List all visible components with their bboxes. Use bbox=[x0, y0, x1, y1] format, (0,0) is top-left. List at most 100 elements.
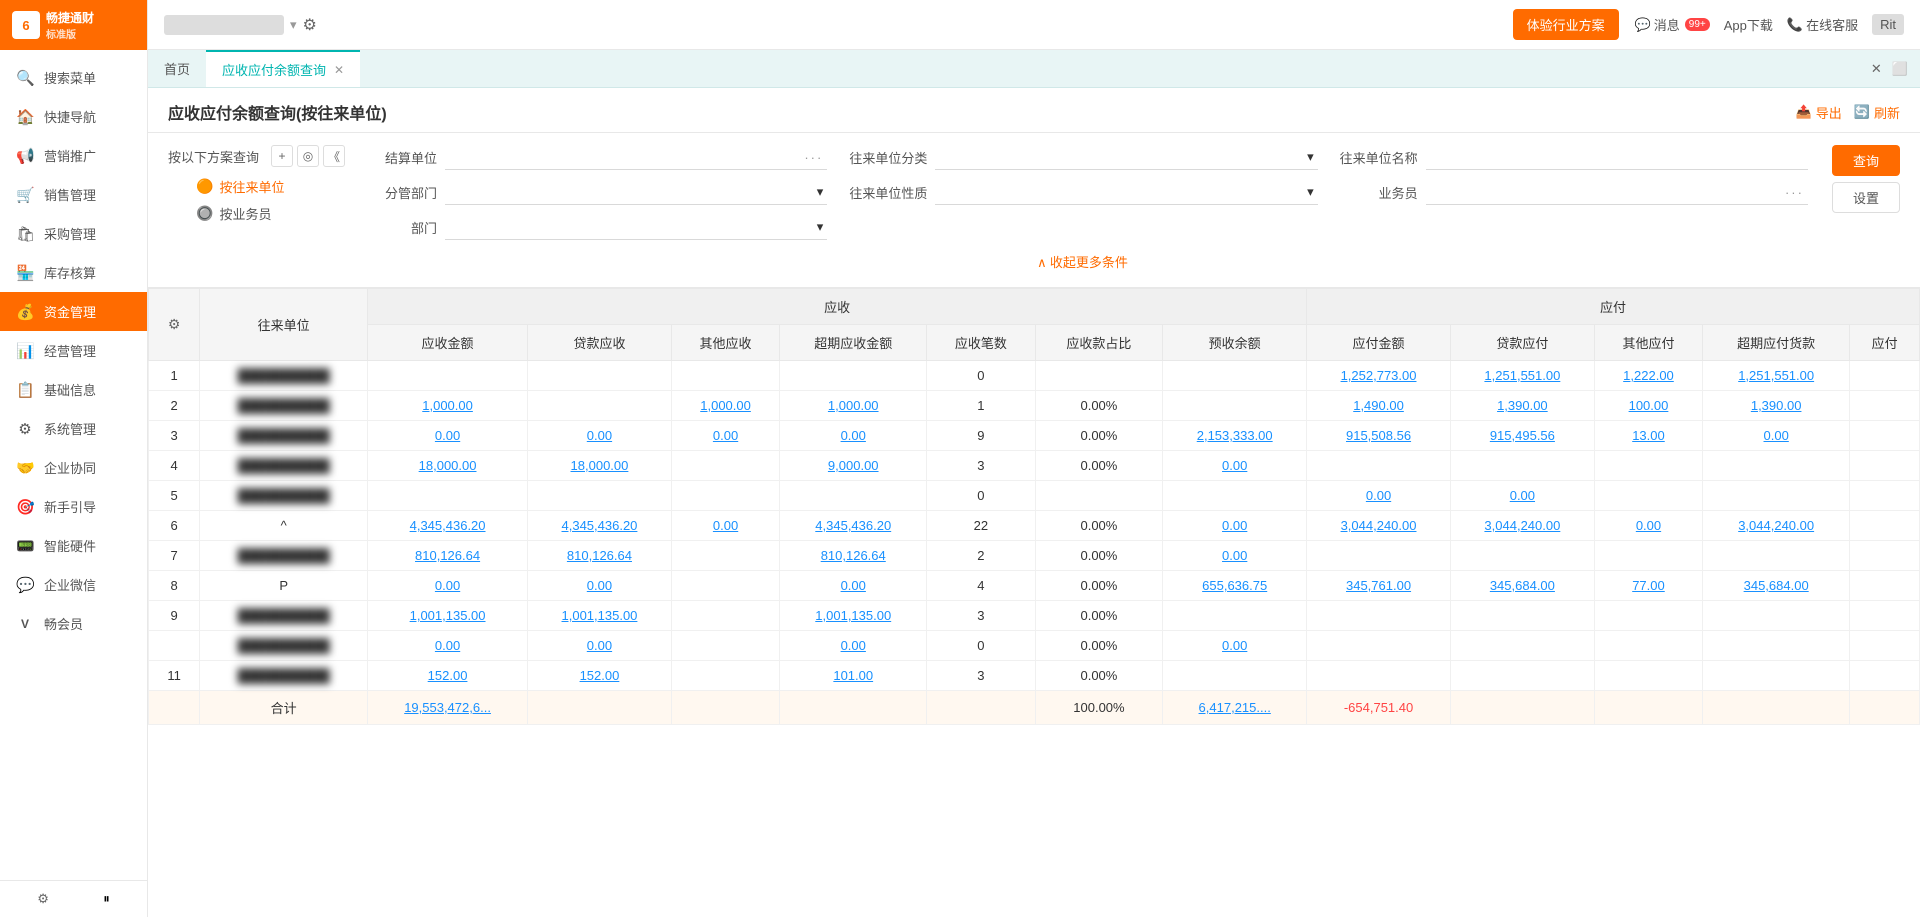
sidebar-item-hardware[interactable]: 📟 智能硬件 bbox=[0, 526, 147, 565]
sidebar-item-search[interactable]: 🔍 搜索菜单 bbox=[0, 58, 147, 97]
filter-select-partner-nature[interactable]: ▾ bbox=[935, 180, 1317, 205]
sidebar-item-guide[interactable]: 🎯 新手引导 bbox=[0, 487, 147, 526]
filter-collapse-btn[interactable]: 《 bbox=[323, 145, 345, 167]
cell-overdue_ar[interactable]: 101.00 bbox=[780, 661, 927, 691]
trial-btn[interactable]: 体验行业方案 bbox=[1513, 9, 1619, 40]
cell-overdue_ap[interactable]: 345,684.00 bbox=[1703, 571, 1850, 601]
cell-loan_ap[interactable]: 3,044,240.00 bbox=[1450, 511, 1594, 541]
cell-ap_amount[interactable]: 0.00 bbox=[1307, 481, 1451, 511]
app-download-link[interactable]: App下载 bbox=[1724, 15, 1773, 34]
cell-overdue_ar[interactable]: 0.00 bbox=[780, 571, 927, 601]
dropdown-arrow-icon[interactable]: ▾ bbox=[290, 17, 297, 33]
gear-icon[interactable]: ⚙ bbox=[303, 15, 317, 35]
sidebar-item-operations[interactable]: 📊 经营管理 bbox=[0, 331, 147, 370]
cell-other_ap[interactable]: 0.00 bbox=[1594, 511, 1702, 541]
tab-home[interactable]: 首页 bbox=[148, 50, 206, 87]
cell-prepay[interactable]: 0.00 bbox=[1163, 451, 1307, 481]
cell-other_ap[interactable]: 77.00 bbox=[1594, 571, 1702, 601]
cell-ar_amount[interactable]: 810,126.64 bbox=[368, 541, 528, 571]
sidebar-item-purchase[interactable]: 🛍 采购管理 bbox=[0, 214, 147, 253]
cell-prepay[interactable]: 655,636.75 bbox=[1163, 571, 1307, 601]
cell-ar_amount[interactable]: 18,000.00 bbox=[368, 451, 528, 481]
cell-overdue_ar[interactable]: 0.00 bbox=[780, 421, 927, 451]
cell-other_ar[interactable]: 0.00 bbox=[671, 421, 779, 451]
cell-ar_amount[interactable]: 0.00 bbox=[368, 571, 528, 601]
sidebar-item-collab[interactable]: 🤝 企业协同 bbox=[0, 448, 147, 487]
window-maximize-icon[interactable]: ⬜ bbox=[1892, 61, 1908, 77]
filter-dots-salesman[interactable]: ··· bbox=[1785, 185, 1804, 200]
sidebar-settings-btn[interactable]: ⚙ bbox=[37, 891, 49, 907]
tab-ar-balance[interactable]: 应收应付余额查询 ✕ bbox=[206, 50, 360, 87]
cell-ap_amount[interactable]: 1,490.00 bbox=[1307, 391, 1451, 421]
cell-overdue_ap[interactable]: 1,390.00 bbox=[1703, 391, 1850, 421]
cell-loan_ap[interactable]: 0.00 bbox=[1450, 481, 1594, 511]
online-service-link[interactable]: 📞在线客服 bbox=[1787, 15, 1858, 34]
cell-loan_ar[interactable]: 0.00 bbox=[528, 631, 672, 661]
tab-close-icon[interactable]: ✕ bbox=[334, 63, 344, 77]
filter-edit-btn[interactable]: ◎ bbox=[297, 145, 319, 167]
cell-loan_ap[interactable]: 1,251,551.00 bbox=[1450, 361, 1594, 391]
cell-loan_ar[interactable]: 0.00 bbox=[528, 421, 672, 451]
total-prepay[interactable]: 6,417,215.... bbox=[1163, 691, 1307, 725]
sidebar-item-member[interactable]: V 畅会员 bbox=[0, 604, 147, 643]
cell-prepay[interactable]: 0.00 bbox=[1163, 541, 1307, 571]
filter-select-settlement[interactable]: ··· bbox=[445, 146, 827, 170]
cell-ap_amount[interactable]: 3,044,240.00 bbox=[1307, 511, 1451, 541]
cell-other_ar[interactable]: 0.00 bbox=[671, 511, 779, 541]
sidebar-item-system[interactable]: ⚙ 系统管理 bbox=[0, 409, 147, 448]
filter-add-btn[interactable]: + bbox=[271, 145, 293, 167]
sidebar-item-inventory[interactable]: 🏪 库存核算 bbox=[0, 253, 147, 292]
cell-other_ap[interactable]: 13.00 bbox=[1594, 421, 1702, 451]
cell-ar_amount[interactable]: 0.00 bbox=[368, 631, 528, 661]
setting-button[interactable]: 设置 bbox=[1832, 182, 1900, 213]
cell-other_ap[interactable]: 1,222.00 bbox=[1594, 361, 1702, 391]
cell-overdue_ap[interactable]: 3,044,240.00 bbox=[1703, 511, 1850, 541]
cell-overdue_ar[interactable]: 9,000.00 bbox=[780, 451, 927, 481]
cell-loan_ar[interactable]: 4,345,436.20 bbox=[528, 511, 672, 541]
notification-icon[interactable]: 💬 消息 99+ bbox=[1635, 15, 1710, 34]
filter-select-salesman[interactable]: ··· bbox=[1426, 181, 1808, 205]
cell-loan_ar[interactable]: 18,000.00 bbox=[528, 451, 672, 481]
sidebar-item-marketing[interactable]: 📢 营销推广 bbox=[0, 136, 147, 175]
cell-overdue_ar[interactable]: 0.00 bbox=[780, 631, 927, 661]
cell-other_ap[interactable]: 100.00 bbox=[1594, 391, 1702, 421]
cell-loan_ap[interactable]: 915,495.56 bbox=[1450, 421, 1594, 451]
sidebar-item-finance[interactable]: 💰 资金管理 bbox=[0, 292, 147, 331]
cell-loan_ar[interactable]: 1,001,135.00 bbox=[528, 601, 672, 631]
user-avatar[interactable]: Rit bbox=[1872, 14, 1904, 35]
filter-select-managing-dept[interactable]: ▾ bbox=[445, 180, 827, 205]
cell-overdue_ap[interactable]: 0.00 bbox=[1703, 421, 1850, 451]
cell-loan_ar[interactable]: 0.00 bbox=[528, 571, 672, 601]
sidebar-item-quicknav[interactable]: 🏠 快捷导航 bbox=[0, 97, 147, 136]
cell-loan_ar[interactable]: 810,126.64 bbox=[528, 541, 672, 571]
cell-overdue_ar[interactable]: 4,345,436.20 bbox=[780, 511, 927, 541]
cell-loan_ap[interactable]: 1,390.00 bbox=[1450, 391, 1594, 421]
sidebar-item-wechat[interactable]: 💬 企业微信 bbox=[0, 565, 147, 604]
cell-prepay[interactable]: 0.00 bbox=[1163, 511, 1307, 541]
cell-ar_amount[interactable]: 0.00 bbox=[368, 421, 528, 451]
cell-loan_ap[interactable]: 345,684.00 bbox=[1450, 571, 1594, 601]
sidebar-item-sales[interactable]: 🛒 销售管理 bbox=[0, 175, 147, 214]
cell-overdue_ar[interactable]: 810,126.64 bbox=[780, 541, 927, 571]
sidebar-collapse-btn[interactable]: ⏸ bbox=[103, 891, 110, 907]
cell-prepay[interactable]: 2,153,333.00 bbox=[1163, 421, 1307, 451]
th-settings-icon[interactable]: ⚙ bbox=[149, 289, 200, 361]
cell-ap_amount[interactable]: 915,508.56 bbox=[1307, 421, 1451, 451]
collapse-more-conditions[interactable]: ∧ 收起更多条件 bbox=[357, 248, 1808, 275]
filter-select-partner-category[interactable]: ▾ bbox=[935, 145, 1317, 170]
cell-overdue_ar[interactable]: 1,000.00 bbox=[780, 391, 927, 421]
cell-ar_amount[interactable]: 4,345,436.20 bbox=[368, 511, 528, 541]
filter-by-partner[interactable]: 🟠 按往来单位 bbox=[188, 173, 345, 200]
cell-overdue_ap[interactable]: 1,251,551.00 bbox=[1703, 361, 1850, 391]
refresh-btn[interactable]: 🔄 刷新 bbox=[1854, 103, 1900, 122]
filter-input-partner-name[interactable] bbox=[1426, 146, 1808, 170]
table-settings-icon[interactable]: ⚙ bbox=[168, 316, 181, 332]
cell-loan_ar[interactable]: 152.00 bbox=[528, 661, 672, 691]
table-wrapper[interactable]: ⚙ 往来单位 应收 应付 应收金额 贷款应收 其他应收 超期应收金额 应收笔数 … bbox=[148, 288, 1920, 917]
query-button[interactable]: 查询 bbox=[1832, 145, 1900, 176]
cell-ar_amount[interactable]: 152.00 bbox=[368, 661, 528, 691]
cell-ar_amount[interactable]: 1,001,135.00 bbox=[368, 601, 528, 631]
cell-ap_amount[interactable]: 1,252,773.00 bbox=[1307, 361, 1451, 391]
sidebar-item-basic[interactable]: 📋 基础信息 bbox=[0, 370, 147, 409]
filter-by-salesman[interactable]: 🔘 按业务员 bbox=[188, 200, 345, 227]
